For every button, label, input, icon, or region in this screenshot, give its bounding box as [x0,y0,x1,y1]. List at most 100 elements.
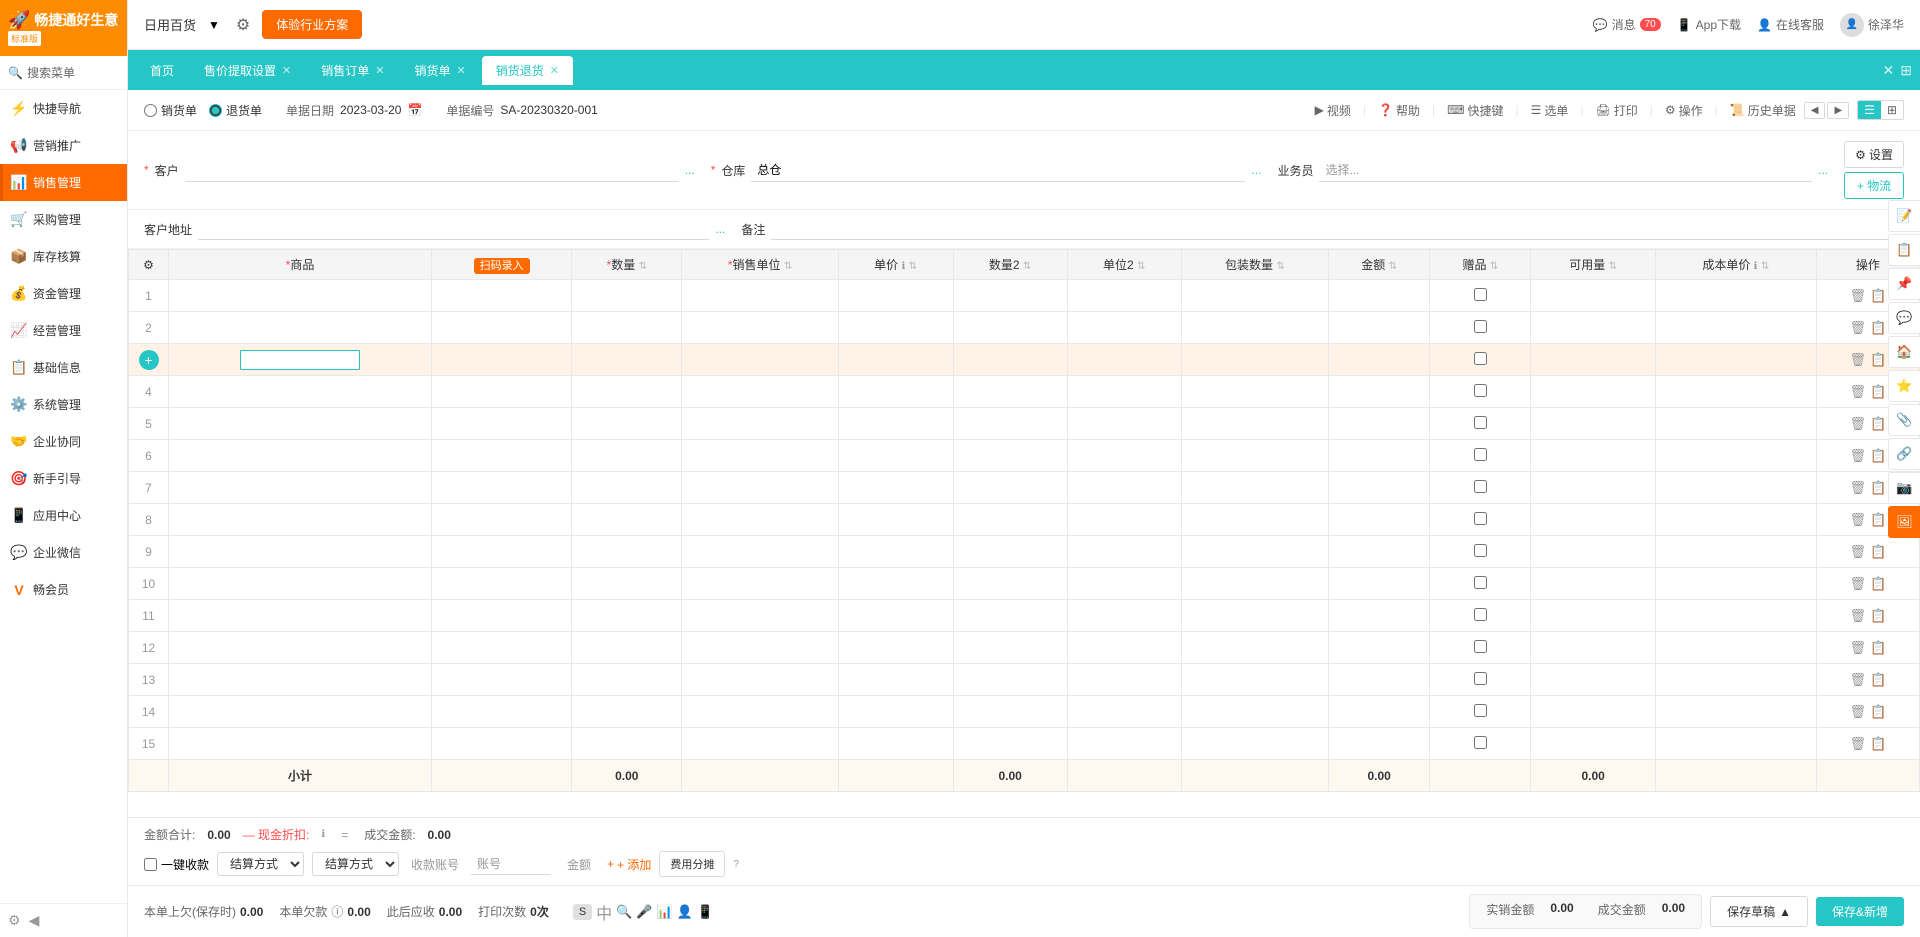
right-float-comment[interactable]: 💬 [1888,302,1920,334]
row-4-delete-icon[interactable]: 🗑 [1850,384,1867,400]
row-5-copy-icon[interactable]: 📋 [1870,416,1886,432]
tab-sale-out[interactable]: 销货单 ✕ [400,56,479,85]
row-3-unit-price[interactable] [838,344,953,376]
logistics-btn[interactable]: + 物流 [1844,172,1904,199]
right-float-note[interactable]: 📝 [1888,200,1920,232]
row-3-qty2[interactable] [953,344,1067,376]
row-2-qty[interactable] [572,312,682,344]
tab-sale-out-close[interactable]: ✕ [457,64,466,77]
radio-sale-out[interactable]: 销货单 [144,102,197,119]
payment-method-select[interactable]: 结算方式 [217,852,304,876]
pack-qty-sort-icon[interactable]: ⇅ [1276,261,1284,272]
sidebar-item-wechat[interactable]: 💬 企业微信 [0,534,127,571]
toolbar-select[interactable]: ☰ 选单 [1531,102,1569,119]
row-11-copy-icon[interactable]: 📋 [1870,608,1886,624]
app-download-btn[interactable]: 📱 App下载 [1677,16,1741,33]
available-sort-icon[interactable]: ⇅ [1609,261,1617,272]
row-2-product[interactable] [169,312,432,344]
row-3-product[interactable] [169,344,432,376]
toolbar-help[interactable]: ❓ 帮助 [1378,102,1420,119]
trial-btn[interactable]: 体验行业方案 [262,10,362,39]
sidebar-item-sales[interactable]: 📊 销售管理 [0,164,127,201]
tab-home[interactable]: 首页 [136,56,188,85]
sidebar-item-vip[interactable]: V 畅会员 [0,571,127,608]
view-list-btn[interactable]: ☰ [1858,101,1881,119]
row-2-delete-icon[interactable]: 🗑 [1850,320,1867,336]
row-14-copy-icon[interactable]: 📋 [1870,704,1886,720]
row-1-gift[interactable] [1430,280,1531,312]
row-3-pack-qty[interactable] [1181,344,1328,376]
qty-sort-icon[interactable]: ⇅ [639,261,647,272]
settings-panel-btn[interactable]: ⚙ 设置 [1844,141,1904,168]
sidebar-item-finance[interactable]: 💰 资金管理 [0,275,127,312]
toolbar-video[interactable]: ▶ 视频 [1315,102,1351,119]
row-10-delete-icon[interactable]: 🗑 [1850,576,1867,592]
row-3-unit2[interactable] [1067,344,1181,376]
tab-sale-order-close[interactable]: ✕ [375,64,384,77]
row-8-delete-icon[interactable]: 🗑 [1850,512,1867,528]
row-15-delete-icon[interactable]: 🗑 [1850,736,1867,752]
row-1-cost-price[interactable] [1655,280,1816,312]
cost-price-sort-icon[interactable]: ⇅ [1761,261,1769,272]
sidebar-collapse-btn[interactable]: ◀ [29,912,40,929]
row-1-amount[interactable] [1329,280,1430,312]
tab-close-all-btn[interactable]: ✕ [1883,62,1895,79]
sidebar-item-basic[interactable]: 📋 基础信息 [0,349,127,386]
calculation-method-select[interactable]: 结算方式 [312,852,399,876]
online-service-btn[interactable]: 👤 在线客服 [1757,16,1824,33]
warehouse-input[interactable]: 总仓 [751,158,1245,182]
cost-price-info-icon[interactable]: ℹ [1754,261,1758,272]
row-2-unit-price[interactable] [838,312,953,344]
gift-sort-icon[interactable]: ⇅ [1490,261,1498,272]
right-float-clipboard[interactable]: 📋 [1888,234,1920,266]
discount-info-icon[interactable]: ℹ [321,829,325,840]
sidebar-settings-btn[interactable]: ⚙ [8,912,21,929]
row-1-copy-icon[interactable]: 📋 [1870,288,1886,304]
row-3-qty[interactable] [572,344,682,376]
sidebar-item-system[interactable]: ⚙️ 系统管理 [0,386,127,423]
row-9-delete-icon[interactable]: 🗑 [1850,544,1867,560]
unit-price-info-icon[interactable]: ℹ [902,261,906,272]
row-1-available[interactable] [1531,280,1655,312]
row-1-qty2[interactable] [953,280,1067,312]
sidebar-item-purchase[interactable]: 🛒 采购管理 [0,201,127,238]
save-draft-btn[interactable]: 保存草稿 ▲ [1710,896,1808,927]
row-1-product[interactable] [169,280,432,312]
sidebar-item-newbie[interactable]: 🎯 新手引导 [0,460,127,497]
tab-sale-price-close[interactable]: ✕ [282,64,291,77]
one-key-receipt-checkbox[interactable]: 一键收款 [144,856,209,873]
one-key-receipt-input[interactable] [144,858,157,871]
tab-sale-return-close[interactable]: ✕ [550,64,559,77]
tab-sale-price[interactable]: 售价提取设置 ✕ [190,56,305,85]
row-2-unit[interactable] [682,312,838,344]
row-3-available[interactable] [1531,344,1655,376]
unit-sort-icon[interactable]: ⇅ [784,261,792,272]
customer-dots[interactable]: ... [685,163,695,177]
row-4-product[interactable] [169,376,432,408]
row-4-copy-icon[interactable]: 📋 [1870,384,1886,400]
row-6-delete-icon[interactable]: 🗑 [1850,448,1867,464]
row-5-delete-icon[interactable]: 🗑 [1850,416,1867,432]
toolbar-history[interactable]: 📜 历史单据 [1730,102,1796,119]
user-profile-btn[interactable]: 👤 徐泽华 [1840,13,1904,37]
tab-sale-return[interactable]: 销货退货 ✕ [482,56,573,85]
row-13-delete-icon[interactable]: 🗑 [1850,672,1867,688]
amount-sort-icon[interactable]: ⇅ [1389,261,1397,272]
row-15-copy-icon[interactable]: 📋 [1870,736,1886,752]
row-14-delete-icon[interactable]: 🗑 [1850,704,1867,720]
unit2-sort-icon[interactable]: ⇅ [1137,261,1145,272]
sidebar-item-operation[interactable]: 📈 经营管理 [0,312,127,349]
account-input[interactable]: 账号 [471,853,551,875]
row-7-copy-icon[interactable]: 📋 [1870,480,1886,496]
row-1-delete-icon[interactable]: 🗑 [1850,288,1867,304]
row-3-cost-price[interactable] [1655,344,1816,376]
customer-input[interactable] [185,158,679,182]
add-row-btn[interactable]: + [139,350,159,370]
row-1-qty[interactable] [572,280,682,312]
scan-btn[interactable]: 扫码录入 [474,258,530,274]
address-dots[interactable]: ... [715,222,725,236]
right-float-link[interactable]: 🔗 [1888,438,1920,470]
row-3-gift[interactable] [1430,344,1531,376]
row-6-copy-icon[interactable]: 📋 [1870,448,1886,464]
salesperson-dots[interactable]: ... [1818,163,1828,177]
